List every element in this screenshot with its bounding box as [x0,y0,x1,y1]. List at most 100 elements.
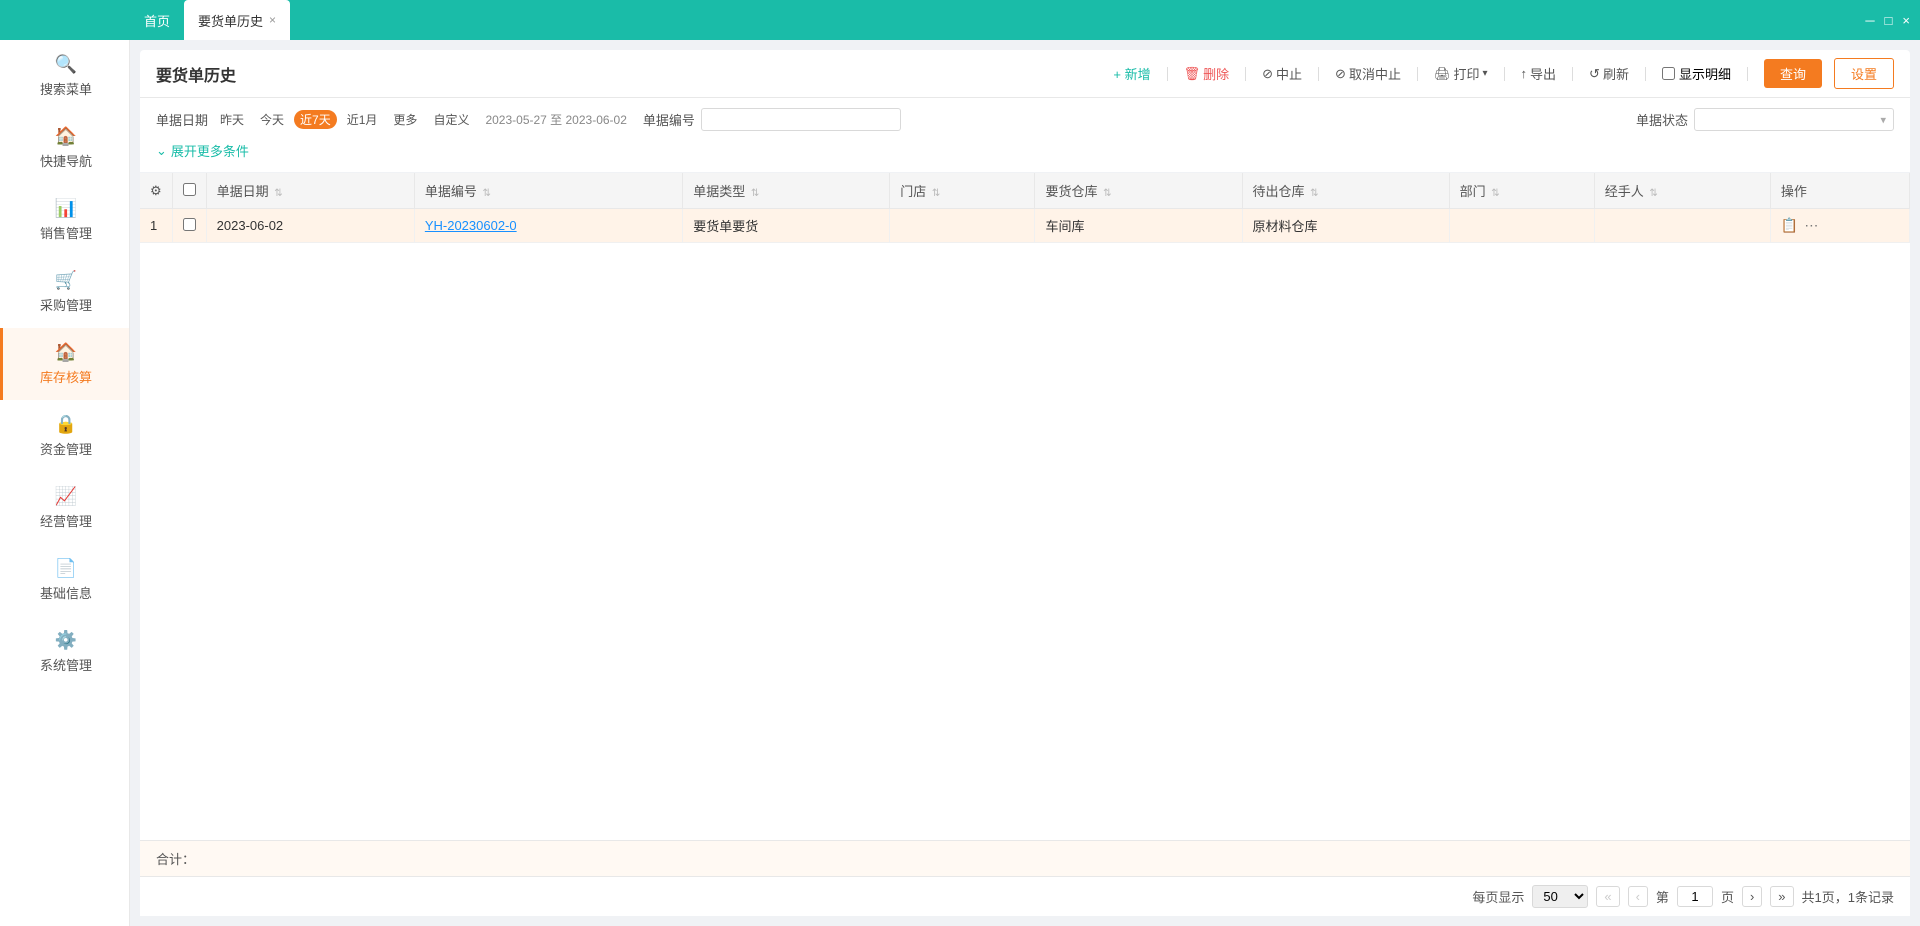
col-header-department: 部门 ⇅ [1449,173,1594,209]
sidebar-item-system[interactable]: ⚙️ 系统管理 [0,616,129,688]
sales-icon: 📊 [55,198,77,219]
stop-button-label: 中止 [1276,64,1302,83]
settings-col-header[interactable]: ⚙ [140,173,172,209]
export-icon: ↑ [1521,66,1528,81]
sort-icon-doc-date[interactable]: ⇅ [274,188,282,199]
filter-row-1: 单据日期 昨天 今天 近7天 近1月 更多 自定义 2023-05-27 至 2… [156,108,1894,131]
window-maximize-icon[interactable]: □ [1885,13,1893,28]
select-all-checkbox[interactable] [183,183,196,196]
refresh-button[interactable]: ↺ 刷新 [1589,64,1629,83]
sidebar-item-search-menu[interactable]: 🔍 搜索菜单 [0,40,129,112]
basic-info-icon: 📄 [55,558,77,579]
sidebar-item-inventory[interactable]: 🏠 库存核算 [0,328,129,400]
sort-icon-doc-type[interactable]: ⇅ [751,188,759,199]
display-detail-checkbox-wrapper[interactable]: 显示明细 [1662,64,1731,83]
status-label: 单据状态 [1636,110,1688,129]
sort-icon-department[interactable]: ⇅ [1491,188,1499,199]
row-actions: 📋 ⋯ [1770,209,1909,243]
search-menu-icon: 🔍 [55,54,77,75]
window-minimize-icon[interactable]: ─ [1865,13,1874,28]
cancel-stop-button[interactable]: ⊘ 取消中止 [1335,64,1401,83]
sidebar-item-system-label: 系统管理 [40,655,92,674]
export-button-label: 导出 [1530,64,1556,83]
row-req-warehouse: 车间库 [1035,209,1242,243]
status-select-wrapper [1694,108,1894,131]
inventory-icon: 🏠 [55,342,77,363]
export-button[interactable]: ↑ 导出 [1521,64,1557,83]
last-page-button[interactable]: » [1770,886,1793,907]
sidebar-item-operations[interactable]: 📈 经营管理 [0,472,129,544]
next-page-button[interactable]: › [1742,886,1762,907]
sort-icon-doc-no[interactable]: ⇅ [482,188,490,199]
sidebar: 🔍 搜索菜单 🏠 快捷导航 📊 销售管理 🛒 采购管理 🏠 库存核算 🔒 资金管… [0,40,130,926]
tab-close-icon[interactable]: × [269,13,276,27]
tab-home[interactable]: 首页 [130,0,184,40]
row-more-icon[interactable]: ⋯ [1804,217,1818,234]
status-select[interactable] [1694,108,1894,131]
date-shortcut-7days[interactable]: 近7天 [294,110,337,129]
row-action-icons: 📋 ⋯ [1781,217,1899,234]
toolbar: + 新增 🗑 删除 ⊘ 中止 ⊘ 取消中止 [1113,58,1894,89]
date-shortcut-today[interactable]: 今天 [254,110,290,129]
tab-home-label: 首页 [144,11,170,30]
sidebar-item-purchase[interactable]: 🛒 采购管理 [0,256,129,328]
date-filter-item: 单据日期 昨天 今天 近7天 近1月 更多 自定义 2023-05-27 至 2… [156,110,627,129]
add-button-label: + 新增 [1113,64,1150,83]
settings-button[interactable]: 设置 [1834,58,1894,89]
per-page-select[interactable]: 10 20 50 100 [1532,885,1588,908]
content-area: 要货单历史 + 新增 🗑 删除 ⊘ 中止 ⊘ 取消中止 [130,40,1920,926]
expand-more-button[interactable]: ⌄ 展开更多条件 [156,139,249,162]
expand-more-label: 展开更多条件 [171,141,249,160]
refresh-button-label: 刷新 [1603,64,1629,83]
purchase-icon: 🛒 [55,270,77,291]
main-layout: 🔍 搜索菜单 🏠 快捷导航 📊 销售管理 🛒 采购管理 🏠 库存核算 🔒 资金管… [0,40,1920,926]
table-wrapper: ⚙ 单据日期 ⇅ 单据编号 ⇅ 单据类型 [140,173,1910,840]
sort-icon-store[interactable]: ⇅ [932,188,940,199]
row-handler [1594,209,1770,243]
date-shortcut-yesterday[interactable]: 昨天 [214,110,250,129]
window-close-icon[interactable]: × [1902,13,1910,28]
date-shortcut-more[interactable]: 更多 [387,110,423,129]
row-department [1449,209,1594,243]
row-checkbox[interactable] [183,218,196,231]
sort-icon-handler[interactable]: ⇅ [1649,188,1657,199]
page-header: 要货单历史 + 新增 🗑 删除 ⊘ 中止 ⊘ 取消中止 [140,50,1910,98]
prev-page-button[interactable]: ‹ [1628,886,1648,907]
sort-icon-pending-warehouse[interactable]: ⇅ [1310,188,1318,199]
date-shortcut-custom[interactable]: 自定义 [427,110,475,129]
row-doc-no[interactable]: YH-20230602-0 [414,209,682,243]
delete-icon: 🗑 [1184,66,1201,82]
first-page-button[interactable]: « [1596,886,1619,907]
row-checkbox-cell [172,209,206,243]
sidebar-item-quick-nav[interactable]: 🏠 快捷导航 [0,112,129,184]
system-icon: ⚙️ [55,630,77,651]
sidebar-item-finance[interactable]: 🔒 资金管理 [0,400,129,472]
page-suffix: 页 [1721,887,1734,906]
add-button[interactable]: + 新增 [1113,64,1150,83]
col-header-doc-no: 单据编号 ⇅ [414,173,682,209]
row-edit-icon[interactable]: 📋 [1781,217,1798,234]
footer-summary-label: 合计： [156,852,195,867]
date-shortcut-1month[interactable]: 近1月 [341,110,384,129]
sidebar-item-basic-info[interactable]: 📄 基础信息 [0,544,129,616]
page-input[interactable] [1677,886,1713,907]
per-page-label: 每页显示 [1472,887,1524,906]
cancel-stop-button-label: 取消中止 [1349,64,1401,83]
delete-button-label: 删除 [1203,64,1229,83]
col-header-action: 操作 [1770,173,1909,209]
print-chevron-icon: ▾ [1482,68,1487,79]
date-shortcuts: 昨天 今天 近7天 近1月 更多 自定义 [214,110,475,129]
tab-requisition-history[interactable]: 要货单历史 × [184,0,290,40]
sort-icon-req-warehouse[interactable]: ⇅ [1103,188,1111,199]
print-button[interactable]: 🖨 打印 ▾ [1434,64,1488,83]
display-detail-checkbox[interactable] [1662,67,1675,80]
row-settings: 1 [140,209,172,243]
doc-no-link[interactable]: YH-20230602-0 [425,218,517,233]
query-button[interactable]: 查询 [1764,59,1822,88]
delete-button[interactable]: 🗑 删除 [1184,64,1230,83]
sidebar-item-sales[interactable]: 📊 销售管理 [0,184,129,256]
sidebar-item-basic-info-label: 基础信息 [40,583,92,602]
sidebar-item-finance-label: 资金管理 [40,439,92,458]
stop-button[interactable]: ⊘ 中止 [1262,64,1302,83]
doc-no-input[interactable] [701,108,901,131]
